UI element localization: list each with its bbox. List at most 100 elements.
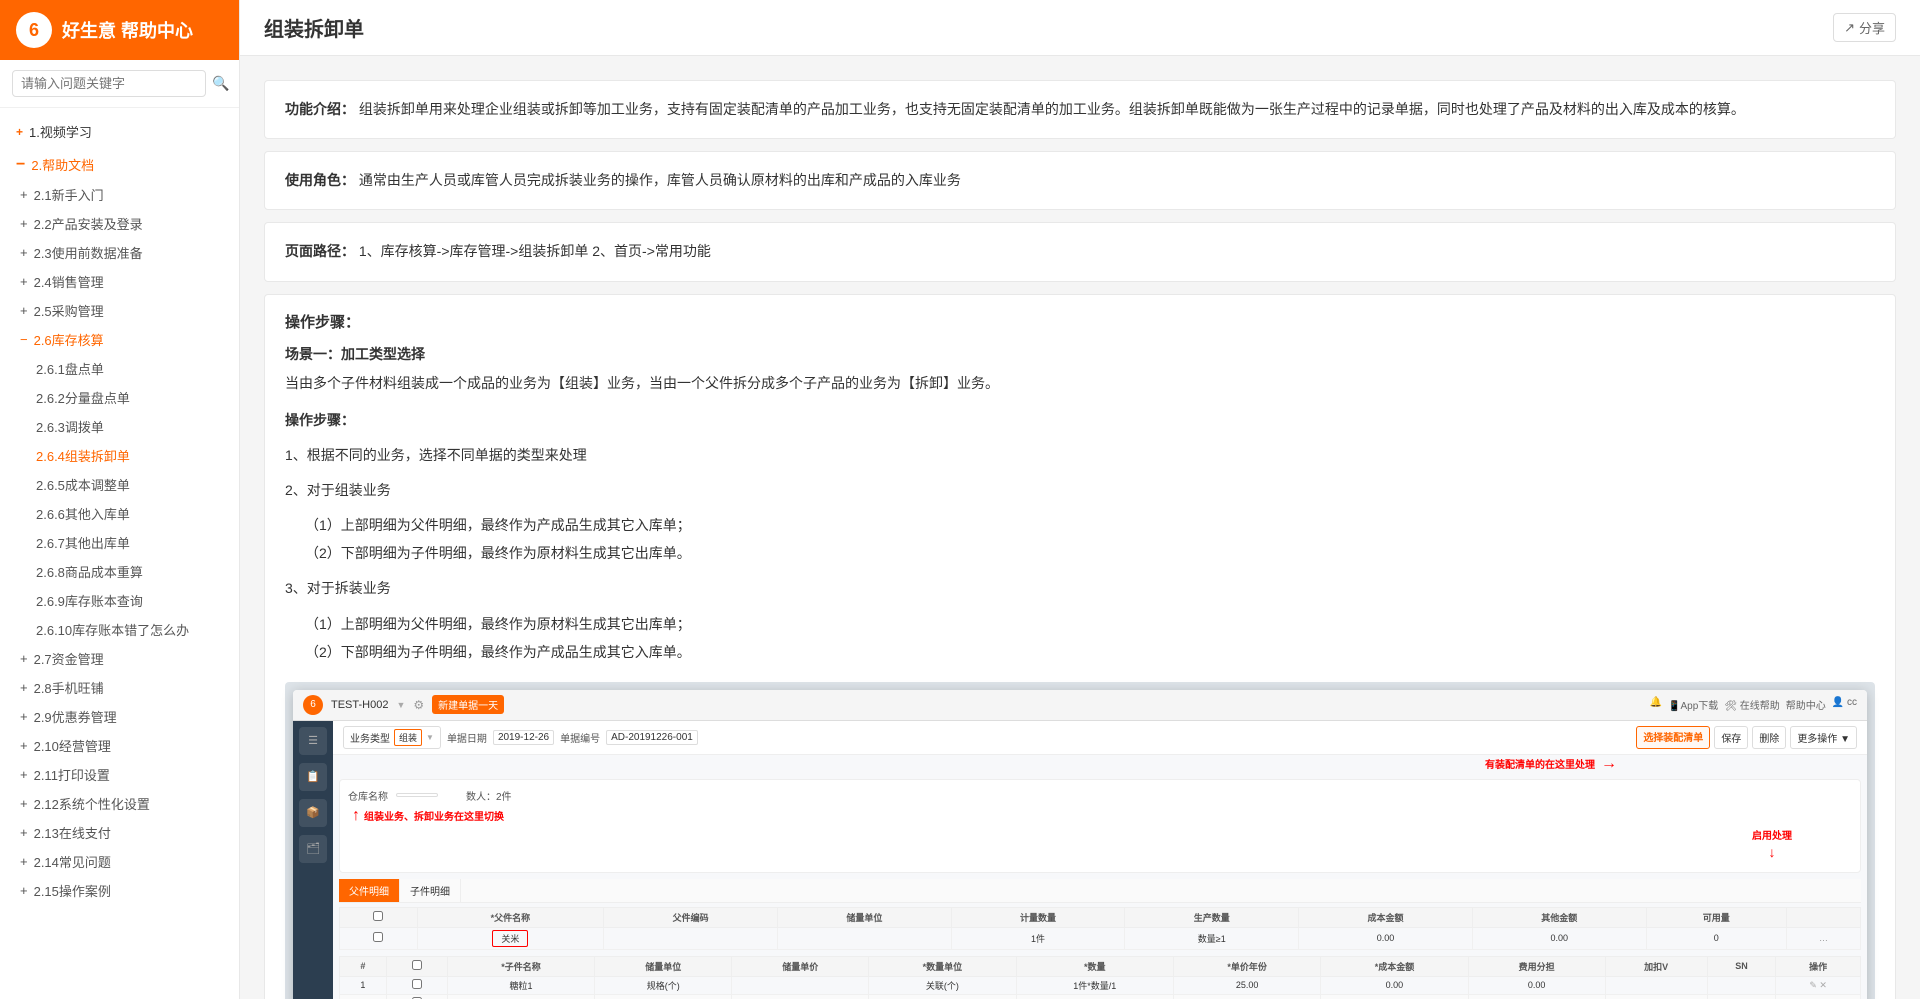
nav-leaf-2-6-10[interactable]: 2.6.10库存账本错了怎么办 [0,615,239,644]
ss-child-th-checkbox [386,956,447,976]
nav-subsection-2-7-title[interactable]: + 2.7资金管理 [0,644,239,673]
nav-section-video: + 1.视频学习 [0,116,239,147]
nav-subsection-2-4-title[interactable]: + 2.4销售管理 [0,267,239,296]
nav-label-2-11: 2.11打印设置 [34,765,110,784]
search-icon[interactable]: 🔍 [212,75,229,92]
ss-child-th-actions: 操作 [1776,956,1861,976]
share-button[interactable]: ↗ 分享 [1833,13,1896,42]
ss-child-th-sn: SN [1707,956,1776,976]
collapse-2-4-icon: + [20,274,28,289]
intro-card: 功能介绍： 组装拆卸单用来处理企业组装或拆卸等加工业务，支持有固定装配清单的产品… [264,80,1896,139]
ss-tab-parent[interactable]: 父件明细 [339,879,400,902]
nav-label-2-2: 2.2产品安装及登录 [34,214,143,233]
ss-td-parent-code [604,927,778,949]
ss-action-btns: 选择装配清单 保存 删除 更多操作 ▼ [1636,726,1857,749]
nav-subsection-2-8-title[interactable]: + 2.8手机旺铺 [0,673,239,702]
ops-steps-title: 操作步骤： [285,410,1875,430]
collapse-2-15-icon: + [20,883,28,898]
ss-th-avail: 可用量 [1646,907,1786,927]
arrow-right-icon: → [1601,755,1617,773]
nav-leaf-2-6-3[interactable]: 2.6.3调拨单 [0,412,239,441]
nav-subsection-2-14-title[interactable]: + 2.14常见问题 [0,847,239,876]
ss-gear-icon: ⚙ [413,698,424,712]
ss-bom-btn: 选择装配清单 [1636,726,1710,749]
path-body: 1、库存核算->库存管理->组装拆卸单 2、首页->常用功能 [359,243,711,259]
ss-child-td-s2: 0.00 [1468,994,1605,999]
ss-child-td-name1: 糖粒1 [447,976,594,994]
ss-child-td-act2: ✎ ✕ [1776,994,1861,999]
ss-center-icon: 帮助中心 [1786,697,1826,712]
ss-delete-btn: 删除 [1752,726,1786,749]
search-input[interactable] [12,70,206,97]
nav-leaf-2-6-4[interactable]: 2.6.4组装拆卸单 [0,441,239,470]
ss-nav-icon-4: 🗂 [299,835,327,863]
role-label: 使用角色： [285,172,355,188]
ss-child-th-num: # [340,956,387,976]
ss-th-action [1787,907,1861,927]
nav-leaf-2-6-2[interactable]: 2.6.2分量盘点单 [0,383,239,412]
ss-date-value: 2019-12-26 [493,730,554,745]
main-header: 组装拆卸单 ↗ 分享 [240,0,1920,56]
nav-subsection-2-11-title[interactable]: + 2.11打印设置 [0,760,239,789]
nav-label-2-13: 2.13在线支付 [34,823,111,842]
ss-child-td-q1: 1件*数量/1 [1016,976,1173,994]
collapse-2-7-icon: + [20,651,28,666]
nav-docs-subitems: + 2.1新手入门 + 2.2产品安装及登录 + 2.3使用前数据准备 [0,180,239,905]
nav-subsection-2-4: + 2.4销售管理 [0,267,239,296]
nav-label-2-6: 2.6库存核算 [34,330,104,349]
nav-subsection-2-6-title[interactable]: − 2.6库存核算 [0,325,239,354]
ss-child-td-mu2 [869,994,1016,999]
path-text: 页面路径： 1、库存核算->库存管理->组装拆卸单 2、首页->常用功能 [285,239,1875,264]
ss-form-row-main: 仓库名称 数人：2件 [348,788,1852,803]
ann1-container: 有装配清单的在这里处理 → [1485,755,1617,773]
nav-leaf-2-6-8[interactable]: 2.6.8商品成本重算 [0,557,239,586]
steps-card: 操作步骤： 场景一：加工类型选择 当由多个子件材料组装成一个成品的业务为【组装】… [264,294,1896,999]
nav-subsection-2-3-title[interactable]: + 2.3使用前数据准备 [0,238,239,267]
nav-subsection-2-5-title[interactable]: + 2.5采购管理 [0,296,239,325]
sidebar-header: 6 好生意 帮助中心 [0,0,239,60]
nav-label-2-9: 2.9优惠券管理 [34,707,117,726]
nav-subsection-2-10-title[interactable]: + 2.10经营管理 [0,731,239,760]
annotation3-container: 启用处理 ↓ [1752,827,1792,860]
nav-subsection-2-15-title[interactable]: + 2.15操作案例 [0,876,239,905]
nav-subsection-2-3: + 2.3使用前数据准备 [0,238,239,267]
collapse-2-14-icon: + [20,854,28,869]
ss-tab-child[interactable]: 子件明细 [400,879,461,902]
scenario1-desc: 当由多个子件材料组装成一个成品的业务为【组装】业务，当由一个父件拆分成多个子产品… [285,370,1875,397]
nav-label-2-15: 2.15操作案例 [34,881,111,900]
nav-section-video-title[interactable]: + 1.视频学习 [0,116,239,147]
collapse-2-9-icon: + [20,709,28,724]
nav-subsection-2-2-title[interactable]: + 2.2产品安装及登录 [0,209,239,238]
ss-child-th-share: 费用分担 [1468,956,1605,976]
ss-td-prod-qty: 数量≥1 [1125,927,1299,949]
nav-leaf-2-6-1[interactable]: 2.6.1盘点单 [0,354,239,383]
ss-nav-icon-2: 📋 [299,763,327,791]
screenshot-window: 6 TEST-H002 ▼ ⚙ 新建单据一天 🔔 📱App下载 🛠 在线帮助 帮… [293,690,1867,999]
ss-child-td-cb [386,976,447,994]
ss-user-icon: 👤 cc [1832,697,1857,712]
ss-child-td-cb2 [386,994,447,999]
nav-subsection-2-9-title[interactable]: + 2.9优惠券管理 [0,702,239,731]
collapse-2-8-icon: + [20,680,28,695]
nav-subsection-2-13: + 2.13在线支付 [0,818,239,847]
ss-th-unit: 储量单位 [777,907,951,927]
nav-subsection-2-1-title[interactable]: + 2.1新手入门 [0,180,239,209]
nav-leaf-2-6-7[interactable]: 2.6.7其他出库单 [0,528,239,557]
nav-section-docs-title[interactable]: − 2.帮助文档 [0,149,239,180]
annotation2-row: ↑ 组装业务、拆卸业务在这里切换 [352,807,1852,825]
ss-th-other-cost: 其他金额 [1472,907,1646,927]
nav-leaf-2-6-6[interactable]: 2.6.6其他入库单 [0,499,239,528]
nav-subsection-2-13-title[interactable]: + 2.13在线支付 [0,818,239,847]
nav-leaf-2-6-9[interactable]: 2.6.9库存账本查询 [0,586,239,615]
collapse-2-12-icon: + [20,796,28,811]
ss-child-td-p2 [732,994,869,999]
ss-parent-table-wrap: *父件名称 父件编码 储量单位 计量数量 生产数量 成本金额 其他金额 可用量 [339,907,1861,950]
nav-subsection-2-12-title[interactable]: + 2.12系统个性化设置 [0,789,239,818]
step3-sub1: （1）上部明细为父件明细，最终作为原材料生成其它出库单； [305,610,1875,638]
ss-td-measure-qty: 1件 [951,927,1125,949]
step1: 1、根据不同的业务，选择不同单据的类型来处理 [285,442,1875,469]
nav-leaf-2-6-5[interactable]: 2.6.5成本调整单 [0,470,239,499]
step2: 2、对于组装业务 [285,477,1875,504]
nav-subsection-2-11: + 2.11打印设置 [0,760,239,789]
nav-subsection-2-15: + 2.15操作案例 [0,876,239,905]
